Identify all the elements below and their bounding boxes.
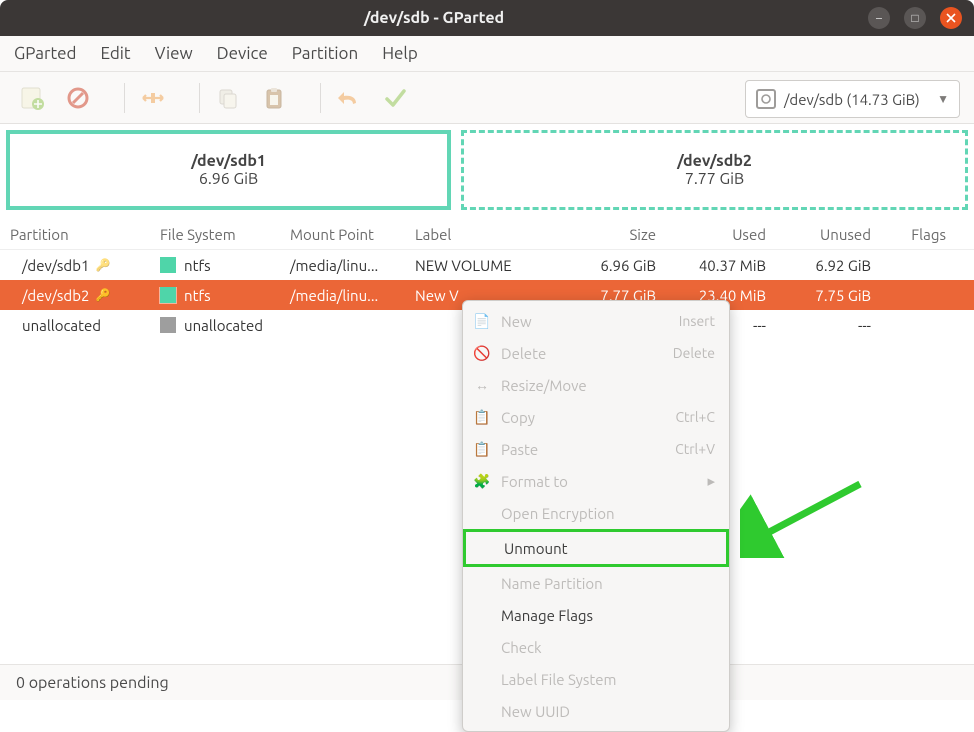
col-partition[interactable]: Partition xyxy=(0,226,150,243)
column-headers: Partition File System Mount Point Label … xyxy=(0,216,974,250)
menubar: GParted Edit View Device Partition Help xyxy=(0,36,974,72)
row0-mount: /media/linu... xyxy=(280,257,405,274)
col-label[interactable]: Label xyxy=(405,226,565,243)
accel: Delete xyxy=(673,345,715,361)
row0-used: 40.37 MiB xyxy=(670,257,780,274)
device-label: /dev/sdb (14.73 GiB) xyxy=(784,91,920,108)
col-used[interactable]: Used xyxy=(670,226,780,243)
table-row[interactable]: /dev/sdb1 🔑 ntfs /media/linu... NEW VOLU… xyxy=(0,250,974,280)
col-unused[interactable]: Unused xyxy=(780,226,885,243)
delete-icon[interactable] xyxy=(64,84,92,112)
menu-manage-flags[interactable]: Manage Flags xyxy=(463,599,729,631)
diskmap-sdb1[interactable]: /dev/sdb1 6.96 GiB xyxy=(6,130,451,210)
close-button[interactable] xyxy=(940,7,962,29)
row1-unused: 7.75 GiB xyxy=(780,287,885,304)
row2-fs: unallocated xyxy=(184,317,263,334)
menu-resize: ↔Resize/Move xyxy=(463,369,729,401)
col-size[interactable]: Size xyxy=(565,226,670,243)
menu-label-fs: Label File System xyxy=(463,663,729,695)
col-flags[interactable]: Flags xyxy=(885,226,960,243)
paste-icon[interactable] xyxy=(260,84,288,112)
copy-icon[interactable] xyxy=(214,84,242,112)
titlebar: /dev/sdb - GParted – □ xyxy=(0,0,974,36)
accel: Ctrl+V xyxy=(675,441,715,457)
row0-fs: ntfs xyxy=(184,257,211,274)
menu-format: 🧩Format to ▸ xyxy=(463,465,729,497)
resize-icon: ↔ xyxy=(473,376,491,394)
disk-map: /dev/sdb1 6.96 GiB /dev/sdb2 7.77 GiB xyxy=(0,124,974,216)
window-title: /dev/sdb - GParted xyxy=(0,9,868,27)
maximize-button[interactable]: □ xyxy=(904,7,926,29)
fs-swatch xyxy=(160,257,176,273)
col-mount[interactable]: Mount Point xyxy=(280,226,405,243)
row2-unused: --- xyxy=(780,317,885,334)
menu-delete: 🚫Delete Delete xyxy=(463,337,729,369)
new-icon: 📄 xyxy=(473,312,491,330)
paste-icon: 📋 xyxy=(473,440,491,458)
menu-unmount[interactable]: Unmount xyxy=(463,529,729,567)
accel: Ctrl+C xyxy=(675,409,715,425)
row0-label: NEW VOLUME xyxy=(405,257,565,274)
context-menu: 📄New Insert 🚫Delete Delete ↔Resize/Move … xyxy=(462,300,730,732)
format-icon: 🧩 xyxy=(473,472,491,490)
diskmap-sdb2-name: /dev/sdb2 xyxy=(677,152,752,170)
resize-icon[interactable] xyxy=(139,84,167,112)
minimize-button[interactable]: – xyxy=(868,7,890,29)
new-partition-icon[interactable] xyxy=(18,84,46,112)
accel: Insert xyxy=(679,313,715,329)
row2-partition: unallocated xyxy=(22,317,101,334)
row0-partition: /dev/sdb1 xyxy=(22,257,89,274)
diskmap-sdb2-size: 7.77 GiB xyxy=(685,170,744,188)
undo-icon[interactable] xyxy=(335,84,363,112)
row0-unused: 6.92 GiB xyxy=(780,257,885,274)
fs-swatch xyxy=(160,287,176,303)
row1-partition: /dev/sdb2 xyxy=(22,287,89,304)
disk-icon xyxy=(756,89,776,109)
annotation-arrow xyxy=(740,478,870,558)
menu-check: Check xyxy=(463,631,729,663)
menu-copy: 📋Copy Ctrl+C xyxy=(463,401,729,433)
row1-mount: /media/linu... xyxy=(280,287,405,304)
diskmap-sdb2[interactable]: /dev/sdb2 7.77 GiB xyxy=(461,130,968,210)
status-text: 0 operations pending xyxy=(16,674,169,692)
menu-device[interactable]: Device xyxy=(217,44,268,63)
diskmap-sdb1-size: 6.96 GiB xyxy=(199,170,258,188)
toolbar: /dev/sdb (14.73 GiB) ▼ xyxy=(0,72,974,124)
submenu-arrow-icon: ▸ xyxy=(707,472,715,490)
diskmap-sdb1-name: /dev/sdb1 xyxy=(191,152,266,170)
menu-view[interactable]: View xyxy=(155,44,193,63)
col-fs[interactable]: File System xyxy=(150,226,280,243)
delete-icon: 🚫 xyxy=(473,344,491,362)
copy-icon: 📋 xyxy=(473,408,491,426)
menu-gparted[interactable]: GParted xyxy=(14,44,76,63)
row0-size: 6.96 GiB xyxy=(565,257,670,274)
row1-fs: ntfs xyxy=(184,287,211,304)
menu-new: 📄New Insert xyxy=(463,305,729,337)
menu-name-partition: Name Partition xyxy=(463,567,729,599)
menu-edit[interactable]: Edit xyxy=(100,44,130,63)
key-icon: 🔑 xyxy=(95,288,110,302)
menu-paste: 📋Paste Ctrl+V xyxy=(463,433,729,465)
menu-open-encryption: Open Encryption xyxy=(463,497,729,529)
fs-swatch xyxy=(160,317,176,333)
menu-partition[interactable]: Partition xyxy=(292,44,358,63)
key-icon: 🔑 xyxy=(95,258,110,272)
device-selector[interactable]: /dev/sdb (14.73 GiB) ▼ xyxy=(745,80,960,118)
menu-help[interactable]: Help xyxy=(382,44,418,63)
apply-icon[interactable] xyxy=(381,84,409,112)
chevron-down-icon: ▼ xyxy=(937,92,949,106)
